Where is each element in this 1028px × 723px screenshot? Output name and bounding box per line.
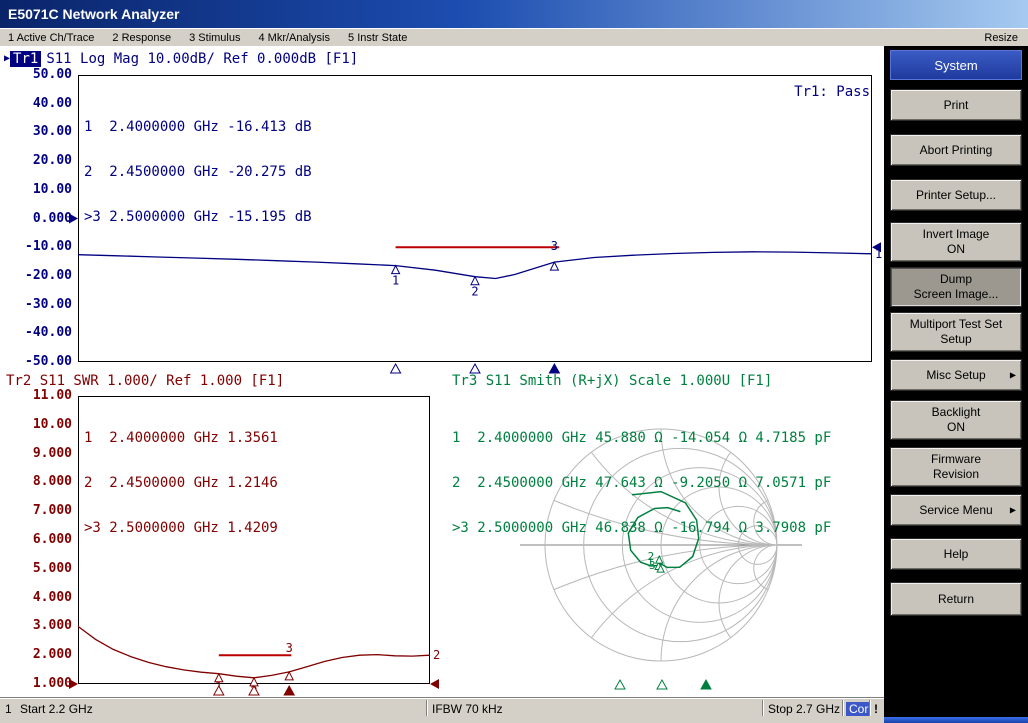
tr1-marker-3: >3 2.5000000 GHz -15.195 dB: [84, 210, 312, 225]
menu-bar: 1 Active Ch/Trace 2 Response 3 Stimulus …: [0, 28, 1028, 46]
softkey-service-menu[interactable]: Service Menu▶: [890, 494, 1022, 526]
svg-text:1: 1: [875, 247, 882, 261]
statusbar-divider: [869, 700, 871, 716]
tr2-y-axis: 11.0010.009.0008.0007.0006.0005.0004.000…: [0, 46, 72, 697]
tr3-marker-1: 1 2.4000000 GHz 45.880 Ω -14.054 Ω 4.718…: [452, 431, 831, 446]
softkey-help[interactable]: Help: [890, 538, 1022, 570]
submenu-arrow-icon: ▶: [1010, 371, 1016, 380]
tr3-marker-3: >3 2.5000000 GHz 46.838 Ω -16.794 Ω 3.79…: [452, 521, 831, 536]
softkey-invert-image[interactable]: Invert ImageON: [890, 222, 1022, 262]
tr3-marker-readout: 1 2.4000000 GHz 45.880 Ω -14.054 Ω 4.718…: [452, 401, 831, 566]
softkey-misc-setup[interactable]: Misc Setup▶: [890, 359, 1022, 391]
softkey-panel: System Print Abort Printing Printer Setu…: [884, 46, 1028, 723]
svg-text:2: 2: [471, 285, 478, 299]
menu-active-ch-trace[interactable]: 1 Active Ch/Trace: [8, 32, 94, 44]
tr2-marker-2: 2 2.4500000 GHz 1.2146: [84, 476, 278, 491]
title-bar: E5071C Network Analyzer: [0, 0, 1028, 28]
softkey-dump-screen-image[interactable]: DumpScreen Image...: [890, 267, 1022, 307]
svg-text:1: 1: [392, 274, 399, 288]
menu-response[interactable]: 2 Response: [112, 32, 171, 44]
limit-test-status: Tr1: Pass: [700, 84, 870, 100]
channel-indicator: 1: [5, 702, 12, 716]
taskbar-fragment: [884, 717, 1028, 723]
statusbar-divider: [762, 700, 764, 716]
menu-resize[interactable]: Resize: [984, 32, 1028, 44]
sweep-stop-readout: Stop 2.7 GHz: [768, 702, 840, 716]
window-title: E5071C Network Analyzer: [8, 6, 179, 22]
svg-text:3: 3: [286, 641, 293, 655]
display-area: ▶Tr1S11 Log Mag 10.00dB/ Ref 0.000dB [F1…: [0, 46, 884, 697]
tr3-header: Tr3 S11 Smith (R+jX) Scale 1.000U [F1]: [452, 373, 772, 389]
statusbar-divider: [426, 700, 428, 716]
tr1-format-label: S11 Log Mag 10.00dB/ Ref 0.000dB [F1]: [46, 51, 358, 67]
tr2-marker-readout: 1 2.4000000 GHz 1.3561 2 2.4500000 GHz 1…: [84, 401, 278, 566]
softkey-return[interactable]: Return: [890, 582, 1022, 616]
sweep-start-readout: Start 2.2 GHz: [20, 702, 93, 716]
menu-stimulus[interactable]: 3 Stimulus: [189, 32, 240, 44]
softkey-abort-printing[interactable]: Abort Printing: [890, 134, 1022, 166]
status-bar: 1 Start 2.2 GHz IFBW 70 kHz Stop 2.7 GHz…: [0, 697, 884, 723]
tr2-marker-3: >3 2.5000000 GHz 1.4209: [84, 521, 278, 536]
ifbw-readout: IFBW 70 kHz: [432, 702, 503, 716]
softkey-multiport-test-set-setup[interactable]: Multiport Test SetSetup: [890, 312, 1022, 352]
instrument-screen: E5071C Network Analyzer 1 Active Ch/Trac…: [0, 0, 1028, 723]
correction-badge: Cor: [846, 702, 871, 716]
softkey-print[interactable]: Print: [890, 89, 1022, 121]
tr3-marker-2: 2 2.4500000 GHz 47.643 Ω -9.2050 Ω 7.057…: [452, 476, 831, 491]
svg-text:3: 3: [551, 239, 558, 253]
softkey-menu-title: System: [890, 50, 1022, 80]
tr1-marker-1: 1 2.4000000 GHz -16.413 dB: [84, 120, 312, 135]
softkey-backlight[interactable]: BacklightON: [890, 400, 1022, 440]
menu-mkr-analysis[interactable]: 4 Mkr/Analysis: [258, 32, 330, 44]
menu-instr-state[interactable]: 5 Instr State: [348, 32, 407, 44]
softkey-printer-setup[interactable]: Printer Setup...: [890, 179, 1022, 211]
tr1-marker-readout: 1 2.4000000 GHz -16.413 dB 2 2.4500000 G…: [84, 90, 312, 255]
alert-indicator: !: [874, 702, 878, 716]
submenu-arrow-icon: ▶: [1010, 506, 1016, 515]
tr1-marker-2: 2 2.4500000 GHz -20.275 dB: [84, 165, 312, 180]
tr2-marker-1: 1 2.4000000 GHz 1.3561: [84, 431, 278, 446]
softkey-firmware-revision[interactable]: FirmwareRevision: [890, 447, 1022, 487]
statusbar-divider: [842, 700, 844, 716]
